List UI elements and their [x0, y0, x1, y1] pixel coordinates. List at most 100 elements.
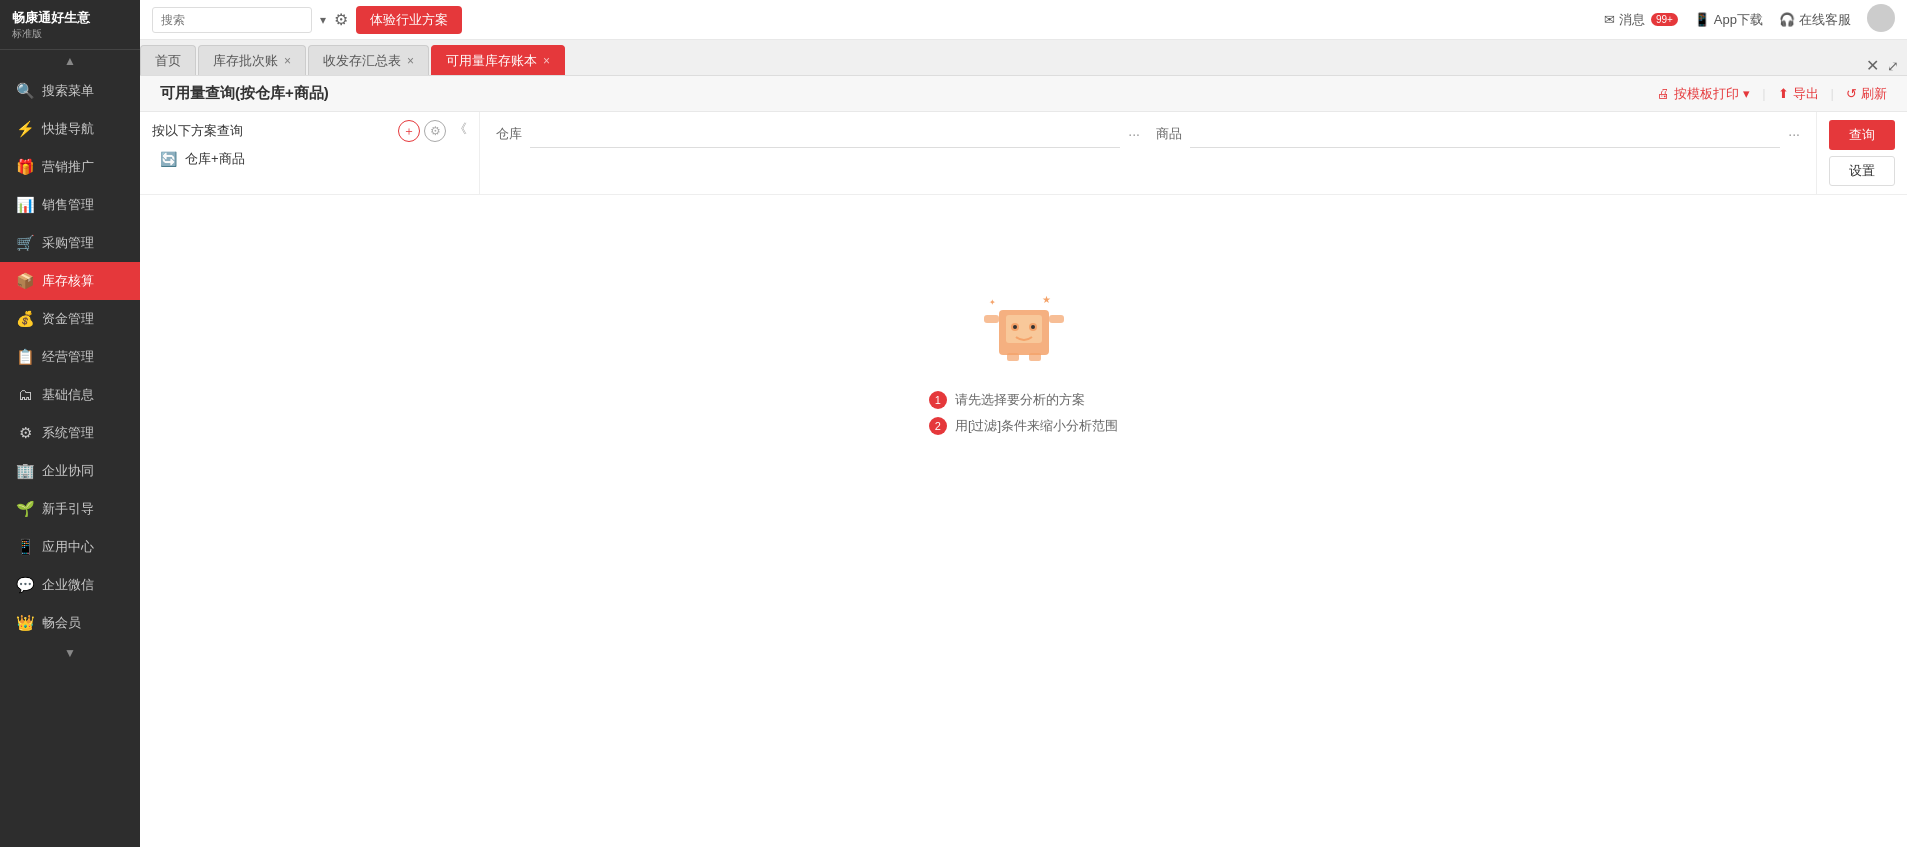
sidebar-item-operations[interactable]: 📋 经营管理 — [0, 338, 140, 376]
goods-input[interactable] — [1190, 120, 1780, 148]
empty-tip-1: 请先选择要分析的方案 — [955, 391, 1085, 409]
sidebar-item-enterprise[interactable]: 🏢 企业协同 — [0, 452, 140, 490]
header-actions: 🖨 按模板打印 ▾ | ⬆ 导出 | ↺ 刷新 — [1657, 85, 1887, 103]
trial-button[interactable]: 体验行业方案 — [356, 6, 462, 34]
empty-state-row-2: 2 用[过滤]条件来缩小分析范围 — [929, 417, 1118, 435]
svg-rect-8 — [984, 315, 999, 323]
sidebar-item-purchase[interactable]: 🛒 采购管理 — [0, 224, 140, 262]
topbar-right: ✉ 消息 99+ 📱 App下载 🎧 在线客服 — [1604, 4, 1895, 35]
filter-scheme-header: 按以下方案查询 ＋ ⚙ 《 — [152, 120, 467, 142]
refresh-label: 刷新 — [1861, 85, 1887, 103]
sidebar-item-quick-nav[interactable]: ⚡ 快捷导航 — [0, 110, 140, 148]
sidebar-item-wechat[interactable]: 💬 企业微信 — [0, 566, 140, 604]
sidebar-item-member[interactable]: 👑 畅会员 — [0, 604, 140, 642]
print-button[interactable]: 🖨 按模板打印 ▾ — [1657, 85, 1750, 103]
mobile-icon: 📱 — [1694, 12, 1710, 27]
filter-row-1: 仓库 ··· 商品 ··· — [496, 120, 1800, 148]
sidebar-item-label: 企业微信 — [42, 576, 94, 594]
sidebar-item-marketing[interactable]: 🎁 营销推广 — [0, 148, 140, 186]
topbar-settings-icon[interactable]: ⚙ — [334, 10, 348, 29]
refresh-button[interactable]: ↺ 刷新 — [1846, 85, 1887, 103]
sidebar-item-label: 搜索菜单 — [42, 82, 94, 100]
sidebar-item-newbie[interactable]: 🌱 新手引导 — [0, 490, 140, 528]
warehouse-field: 仓库 ··· — [496, 120, 1140, 148]
warehouse-more-icon[interactable]: ··· — [1128, 126, 1140, 142]
collapse-icon[interactable]: 《 — [454, 120, 467, 142]
sidebar-item-basics[interactable]: 🗂 基础信息 — [0, 376, 140, 414]
tab-label: 收发存汇总表 — [323, 52, 401, 70]
operations-icon: 📋 — [16, 348, 34, 366]
page-header: 可用量查询(按仓库+商品) 🖨 按模板打印 ▾ | ⬆ 导出 | ↺ 刷新 — [140, 76, 1907, 112]
svg-point-5 — [1031, 325, 1035, 329]
sidebar-item-finance[interactable]: 💰 资金管理 — [0, 300, 140, 338]
sidebar-item-inventory[interactable]: 📦 库存核算 — [0, 262, 140, 300]
search-input[interactable] — [152, 7, 312, 33]
tab-close-icon[interactable]: × — [543, 54, 550, 68]
avatar[interactable] — [1867, 4, 1895, 35]
headset-icon: 🎧 — [1779, 12, 1795, 27]
scheme-item-icon: 🔄 — [160, 151, 177, 167]
tab-stock-summary[interactable]: 收发存汇总表 × — [308, 45, 429, 75]
sidebar-item-system[interactable]: ⚙ 系统管理 — [0, 414, 140, 452]
scheme-item-label: 仓库+商品 — [185, 150, 245, 168]
message-button[interactable]: ✉ 消息 99+ — [1604, 11, 1678, 29]
sidebar-item-label: 应用中心 — [42, 538, 94, 556]
empty-state: ★ ✦ 1 请先选择要分析的方案 2 用[过滤]条件来缩小分析范围 — [140, 195, 1907, 515]
sidebar-item-search[interactable]: 🔍 搜索菜单 — [0, 72, 140, 110]
scheme-item-warehouse-goods[interactable]: 🔄 仓库+商品 — [152, 146, 467, 172]
export-button[interactable]: ⬆ 导出 — [1778, 85, 1819, 103]
purchase-icon: 🛒 — [16, 234, 34, 252]
tab-label: 可用量库存账本 — [446, 52, 537, 70]
app-subtitle: 标准版 — [12, 27, 128, 41]
tab-available-ledger[interactable]: 可用量库存账本 × — [431, 45, 565, 75]
sales-icon: 📊 — [16, 196, 34, 214]
tab-label: 库存批次账 — [213, 52, 278, 70]
tab-area-right: ✕ ⤢ — [1858, 56, 1907, 75]
expand-button[interactable]: ⤢ — [1887, 58, 1899, 74]
empty-tip-2: 用[过滤]条件来缩小分析范围 — [955, 417, 1118, 435]
warehouse-label: 仓库 — [496, 125, 522, 143]
tab-bar: 首页 库存批次账 × 收发存汇总表 × 可用量库存账本 × ✕ ⤢ — [140, 40, 1907, 76]
filter-settings-button[interactable]: 设置 — [1829, 156, 1895, 186]
query-button[interactable]: 查询 — [1829, 120, 1895, 150]
add-scheme-button[interactable]: ＋ — [398, 120, 420, 142]
empty-state-text: 1 请先选择要分析的方案 2 用[过滤]条件来缩小分析范围 — [929, 391, 1118, 435]
enterprise-icon: 🏢 — [16, 462, 34, 480]
sidebar-scroll-up[interactable]: ▲ — [0, 50, 140, 72]
basics-icon: 🗂 — [16, 386, 34, 403]
app-logo: 畅康通好生意 标准版 — [0, 0, 140, 50]
wechat-icon: 💬 — [16, 576, 34, 594]
sidebar-item-label: 企业协同 — [42, 462, 94, 480]
settings-scheme-button[interactable]: ⚙ — [424, 120, 446, 142]
app-download-button[interactable]: 📱 App下载 — [1694, 11, 1763, 29]
sidebar-item-label: 经营管理 — [42, 348, 94, 366]
tab-batch-account[interactable]: 库存批次账 × — [198, 45, 306, 75]
sidebar-scroll-down[interactable]: ▼ — [0, 642, 140, 664]
dropdown-icon[interactable]: ▾ — [320, 13, 326, 27]
tab-close-icon[interactable]: × — [407, 54, 414, 68]
finance-icon: 💰 — [16, 310, 34, 328]
sidebar-item-label: 营销推广 — [42, 158, 94, 176]
tab-close-icon[interactable]: × — [284, 54, 291, 68]
marketing-icon: 🎁 — [16, 158, 34, 176]
tab-label: 首页 — [155, 52, 181, 70]
online-service-button[interactable]: 🎧 在线客服 — [1779, 11, 1851, 29]
filter-fields-panel: 仓库 ··· 商品 ··· — [480, 112, 1816, 194]
sidebar-item-label: 销售管理 — [42, 196, 94, 214]
step-1-badge: 1 — [929, 391, 947, 409]
online-service-label: 在线客服 — [1799, 11, 1851, 29]
filter-area: 按以下方案查询 ＋ ⚙ 《 🔄 仓库+商品 仓库 — [140, 112, 1907, 195]
filter-scheme-label: 按以下方案查询 — [152, 122, 243, 140]
message-label: 消息 — [1619, 11, 1645, 29]
dropdown-icon: ▾ — [1743, 86, 1750, 101]
sidebar-item-sales[interactable]: 📊 销售管理 — [0, 186, 140, 224]
goods-more-icon[interactable]: ··· — [1788, 126, 1800, 142]
sidebar-item-app-center[interactable]: 📱 应用中心 — [0, 528, 140, 566]
tab-home[interactable]: 首页 — [140, 45, 196, 75]
sidebar-item-label: 新手引导 — [42, 500, 94, 518]
export-label: 导出 — [1793, 85, 1819, 103]
svg-text:✦: ✦ — [989, 298, 996, 307]
close-tab-button[interactable]: ✕ — [1866, 56, 1879, 75]
warehouse-input[interactable] — [530, 120, 1120, 148]
newbie-icon: 🌱 — [16, 500, 34, 518]
